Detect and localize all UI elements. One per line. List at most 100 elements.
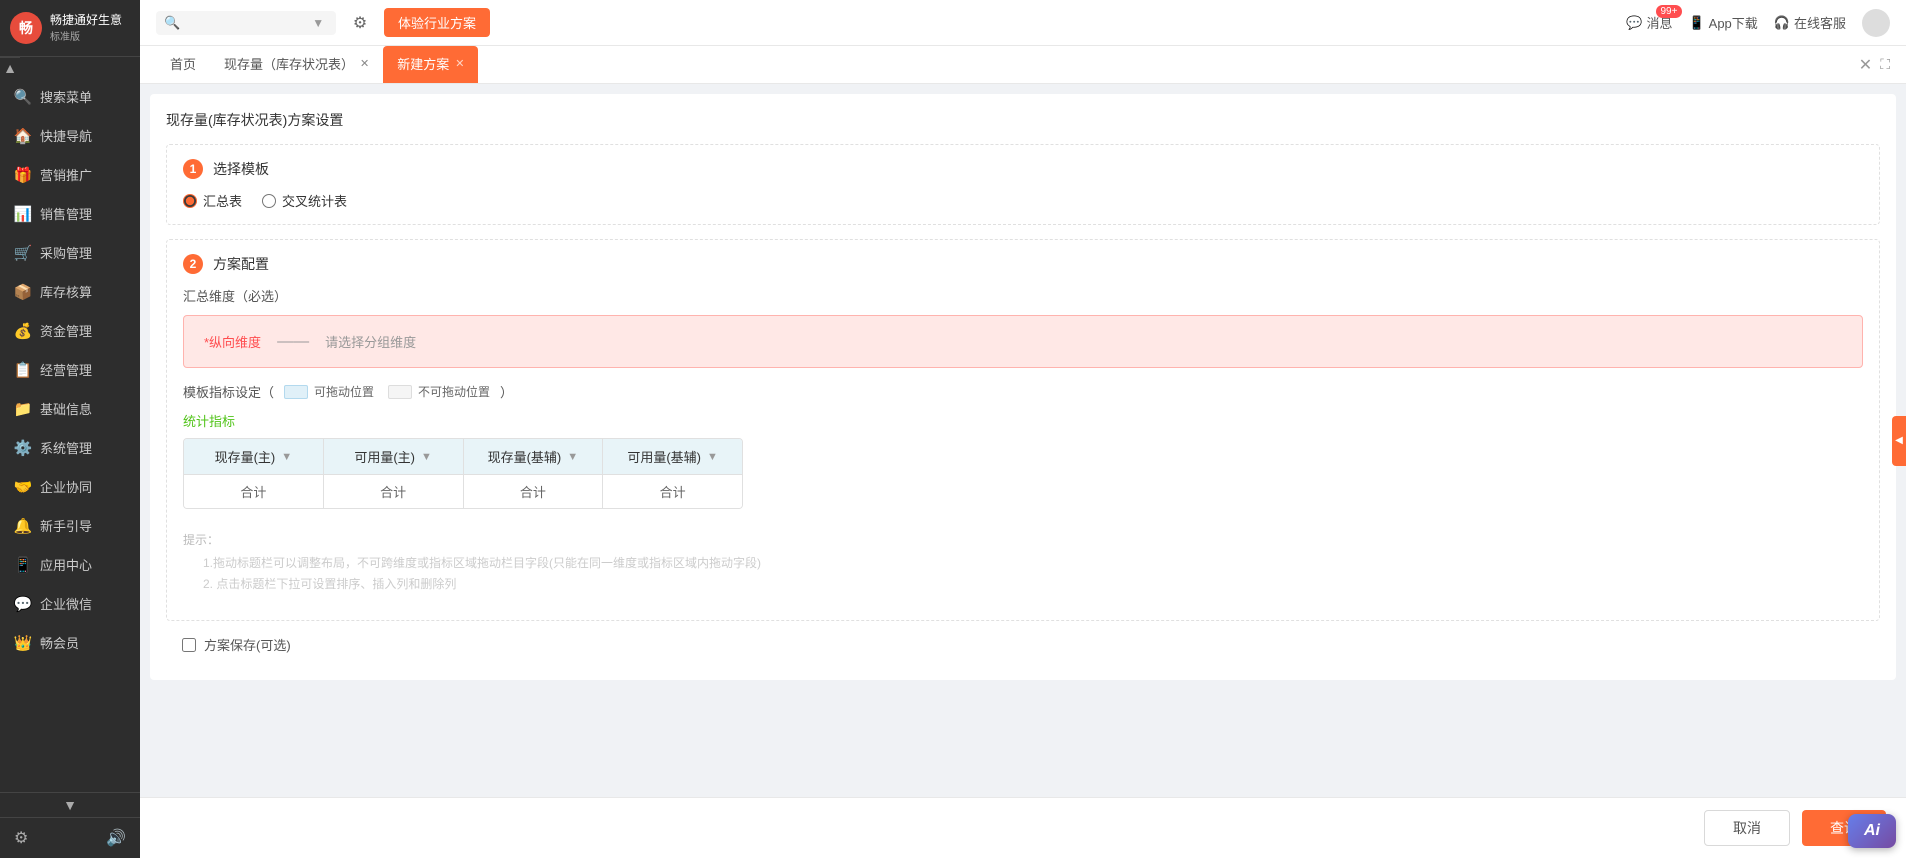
app-download-item[interactable]: 📱 App下载 bbox=[1688, 13, 1757, 32]
tips-item-1: 2. 点击标题栏下拉可设置排序、插入列和删除列 bbox=[183, 575, 1863, 592]
search-menu-icon: 🔍 bbox=[14, 88, 32, 106]
basic-info-icon: 📁 bbox=[14, 400, 32, 418]
finance-icon: 💰 bbox=[14, 322, 32, 340]
sidebar-item-newbie-label: 新手引导 bbox=[40, 516, 92, 535]
dimension-required-label: *纵向维度 bbox=[204, 332, 261, 351]
sidebar-item-app-center-label: 应用中心 bbox=[40, 555, 92, 574]
save-checkbox[interactable] bbox=[182, 638, 196, 652]
dimension-label: 汇总维度（必选） bbox=[183, 286, 1863, 305]
indicator-settings-label: 模板指标设定（ 可拖动位置 不可拖动位置 ） bbox=[183, 382, 1863, 401]
panel-close-icon[interactable]: ✕ bbox=[1859, 55, 1872, 75]
panel-expand-icon[interactable]: ⛶ bbox=[1880, 56, 1890, 73]
sidebar-nav: 🔍 搜索菜单 🏠 快捷导航 🎁 营销推广 📊 销售管理 🛒 采购管理 📦 库存核… bbox=[0, 77, 140, 792]
step1-section: 1 选择模板 汇总表 交叉统计表 bbox=[166, 144, 1880, 225]
indicator-header-0-dropdown[interactable]: ▼ bbox=[281, 451, 292, 463]
topbar-dropdown-icon[interactable]: ▼ bbox=[312, 16, 324, 30]
sidebar-item-enterprise[interactable]: 🤝 企业协同 bbox=[0, 467, 140, 506]
sidebar-footer: ⚙ 🔊 bbox=[0, 817, 140, 858]
sidebar-item-marketing[interactable]: 🎁 营销推广 bbox=[0, 155, 140, 194]
sidebar-item-finance[interactable]: 💰 资金管理 bbox=[0, 311, 140, 350]
sidebar-item-finance-label: 资金管理 bbox=[40, 321, 92, 340]
sidebar: 畅 畅捷通好生意 标准版 ▲ 🔍 搜索菜单 🏠 快捷导航 🎁 营销推广 📊 销售… bbox=[0, 0, 140, 858]
dimension-placeholder-text[interactable]: 请选择分组维度 bbox=[325, 332, 416, 351]
industry-solution-button[interactable]: 体验行业方案 bbox=[384, 8, 490, 37]
step1-badge: 1 bbox=[183, 159, 203, 179]
sidebar-item-operation[interactable]: 📋 经营管理 bbox=[0, 350, 140, 389]
sales-icon: 📊 bbox=[14, 205, 32, 223]
page-content: 现存量(库存状况表)方案设置 1 选择模板 汇总表 交叉统计表 bbox=[140, 84, 1906, 797]
sidebar-item-app-center[interactable]: 📱 应用中心 bbox=[0, 545, 140, 584]
tab-new-scheme[interactable]: 新建方案 ✕ bbox=[383, 46, 478, 83]
indicator-table: 现存量(主) ▼ 可用量(主) ▼ 现存量(基辅) ▼ 可用量(基辅) bbox=[183, 438, 743, 509]
tab-home[interactable]: 首页 bbox=[156, 46, 210, 83]
newbie-icon: 🔔 bbox=[14, 517, 32, 535]
sidebar-item-system[interactable]: ⚙️ 系统管理 bbox=[0, 428, 140, 467]
non-draggable-legend-box bbox=[388, 385, 412, 399]
main-area: 🔍 ▼ ⚙ 体验行业方案 💬 消息 99+ 📱 App下载 🎧 在线客服 bbox=[140, 0, 1906, 858]
indicator-body-cell-2: 合计 bbox=[464, 474, 604, 508]
tab-new-scheme-close[interactable]: ✕ bbox=[455, 57, 464, 70]
radio-summary-table[interactable]: 汇总表 bbox=[183, 191, 242, 210]
sidebar-item-purchase-label: 采购管理 bbox=[40, 243, 92, 262]
save-option: 方案保存(可选) bbox=[182, 635, 1864, 654]
sidebar-item-member[interactable]: 👑 畅会员 bbox=[0, 623, 140, 662]
indicator-header-1-dropdown[interactable]: ▼ bbox=[421, 451, 432, 463]
sidebar-logo: 畅 畅捷通好生意 标准版 bbox=[0, 0, 140, 57]
cancel-button[interactable]: 取消 bbox=[1704, 810, 1790, 846]
app-version: 标准版 bbox=[50, 28, 122, 43]
settings-panel: 现存量(库存状况表)方案设置 1 选择模板 汇总表 交叉统计表 bbox=[150, 94, 1896, 680]
volume-footer-icon[interactable]: 🔊 bbox=[106, 828, 126, 848]
indicator-body-cell-0: 合计 bbox=[184, 474, 324, 508]
indicator-header-cell-2[interactable]: 现存量(基辅) ▼ bbox=[464, 439, 604, 474]
topbar-settings-icon[interactable]: ⚙ bbox=[346, 9, 374, 37]
sidebar-item-quick-nav[interactable]: 🏠 快捷导航 bbox=[0, 116, 140, 155]
dimension-box: *纵向维度 —— 请选择分组维度 bbox=[183, 315, 1863, 368]
save-option-label: 方案保存(可选) bbox=[204, 635, 291, 654]
indicator-body-1-label: 合计 bbox=[380, 482, 406, 501]
step2-section: 2 方案配置 汇总维度（必选） *纵向维度 —— 请选择分组维度 模板指标设定（ bbox=[166, 239, 1880, 621]
sidebar-item-member-label: 畅会员 bbox=[40, 633, 79, 652]
app-name-block: 畅捷通好生意 标准版 bbox=[50, 13, 122, 44]
sidebar-scroll-down-icon[interactable]: ▼ bbox=[63, 797, 77, 813]
sidebar-scroll-up-icon[interactable]: ▲ bbox=[3, 60, 17, 76]
right-expand-tab[interactable]: ◀ bbox=[1892, 416, 1906, 466]
indicator-header-cell-0[interactable]: 现存量(主) ▼ bbox=[184, 439, 324, 474]
sidebar-item-wechat[interactable]: 💬 企业微信 bbox=[0, 584, 140, 623]
sidebar-item-inventory[interactable]: 📦 库存核算 bbox=[0, 272, 140, 311]
message-item[interactable]: 💬 消息 99+ bbox=[1626, 13, 1672, 32]
dimension-arrow: —— bbox=[277, 333, 309, 351]
sidebar-item-newbie[interactable]: 🔔 新手引导 bbox=[0, 506, 140, 545]
tab-inventory-status-close[interactable]: ✕ bbox=[360, 57, 369, 70]
tab-new-scheme-label: 新建方案 bbox=[397, 54, 449, 73]
sidebar-item-wechat-label: 企业微信 bbox=[40, 594, 92, 613]
radio-cross-table-input[interactable] bbox=[262, 194, 276, 208]
sidebar-item-basic-info[interactable]: 📁 基础信息 bbox=[0, 389, 140, 428]
settings-footer-icon[interactable]: ⚙ bbox=[14, 828, 28, 848]
tab-inventory-status[interactable]: 现存量（库存状况表） ✕ bbox=[210, 46, 383, 83]
indicator-header-2-dropdown[interactable]: ▼ bbox=[567, 451, 578, 463]
sidebar-item-purchase[interactable]: 🛒 采购管理 bbox=[0, 233, 140, 272]
radio-cross-table[interactable]: 交叉统计表 bbox=[262, 191, 347, 210]
sidebar-item-system-label: 系统管理 bbox=[40, 438, 92, 457]
tips-title: 提示： bbox=[183, 531, 1863, 548]
system-icon: ⚙️ bbox=[14, 439, 32, 457]
app-center-icon: 📱 bbox=[14, 556, 32, 574]
indicator-body-2-label: 合计 bbox=[520, 482, 546, 501]
indicator-header-2-label: 现存量(基辅) bbox=[488, 447, 562, 466]
tab-home-label: 首页 bbox=[170, 54, 196, 73]
indicator-body-3-label: 合计 bbox=[660, 482, 686, 501]
ai-float-button[interactable]: Ai bbox=[1848, 814, 1896, 848]
step1-title: 选择模板 bbox=[213, 159, 269, 179]
online-support-item[interactable]: 🎧 在线客服 bbox=[1774, 13, 1846, 32]
topbar-search-input[interactable] bbox=[186, 16, 306, 30]
indicator-header-cell-3[interactable]: 可用量(基辅) ▼ bbox=[603, 439, 742, 474]
radio-summary-table-input[interactable] bbox=[183, 194, 197, 208]
page-title: 现存量(库存状况表)方案设置 bbox=[166, 110, 1880, 130]
indicator-header-cell-1[interactable]: 可用量(主) ▼ bbox=[324, 439, 464, 474]
marketing-icon: 🎁 bbox=[14, 166, 32, 184]
indicator-header-3-dropdown[interactable]: ▼ bbox=[707, 451, 718, 463]
sidebar-item-sales-label: 销售管理 bbox=[40, 204, 92, 223]
sidebar-item-sales[interactable]: 📊 销售管理 bbox=[0, 194, 140, 233]
sidebar-item-search-menu[interactable]: 🔍 搜索菜单 bbox=[0, 77, 140, 116]
user-avatar[interactable] bbox=[1862, 9, 1890, 37]
